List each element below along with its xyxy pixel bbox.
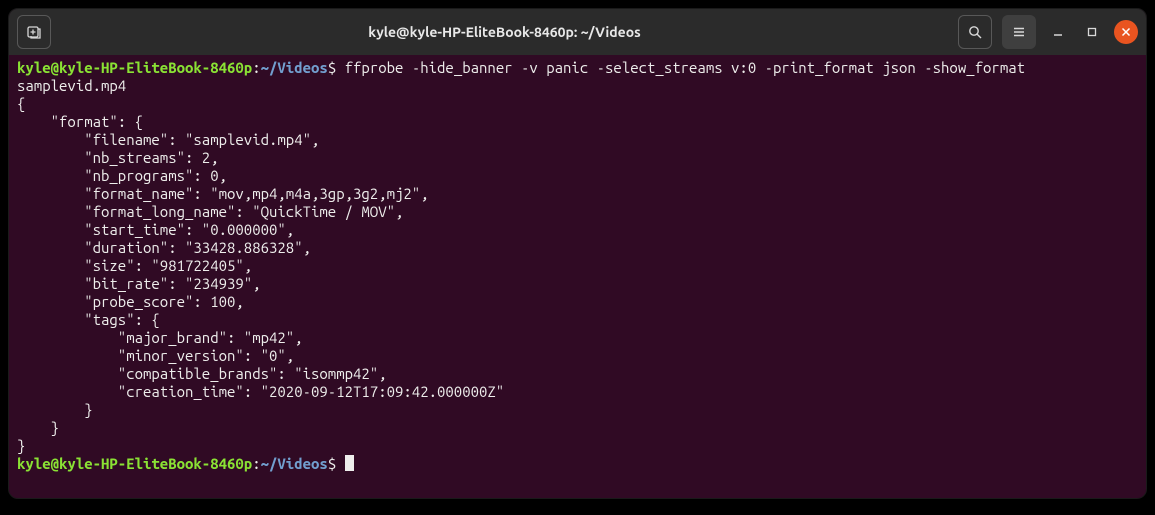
output-line: "format_name": "mov,mp4,m4a,3gp,3g2,mj2"… — [17, 185, 429, 202]
titlebar-left — [17, 15, 51, 49]
minimize-button[interactable] — [1046, 20, 1070, 44]
output-line: "filename": "samplevid.mp4", — [17, 131, 319, 148]
output-line: "size": "981722405", — [17, 257, 252, 274]
close-icon — [1121, 27, 1131, 37]
titlebar: kyle@kyle-HP-EliteBook-8460p: ~/Videos — [9, 9, 1146, 55]
output-line: "format": { — [17, 113, 143, 130]
hamburger-icon — [1011, 24, 1027, 40]
output-line: "format_long_name": "QuickTime / MOV", — [17, 203, 403, 220]
command-text-line1: ffprobe -hide_banner -v panic -select_st… — [336, 59, 1033, 76]
prompt-dollar: $ — [328, 455, 336, 472]
maximize-button[interactable] — [1080, 20, 1104, 44]
prompt-colon: : — [252, 59, 260, 76]
terminal-cursor — [345, 455, 354, 471]
terminal-content[interactable]: kyle@kyle-HP-EliteBook-8460p:~/Videos$ f… — [9, 55, 1146, 498]
output-line: "nb_streams": 2, — [17, 149, 219, 166]
output-line: } — [17, 401, 93, 418]
minimize-icon — [1053, 27, 1063, 37]
output-line: "bit_rate": "234939", — [17, 275, 261, 292]
terminal-window: kyle@kyle-HP-EliteBook-8460p: ~/Videos — [8, 8, 1147, 499]
new-tab-button[interactable] — [17, 15, 51, 49]
window-title: kyle@kyle-HP-EliteBook-8460p: ~/Videos — [51, 24, 958, 40]
output-line: "minor_version": "0", — [17, 347, 294, 364]
menu-button[interactable] — [1002, 15, 1036, 49]
command-text-line2: samplevid.mp4 — [17, 77, 126, 94]
output-line: "duration": "33428.886328", — [17, 239, 311, 256]
prompt-path: ~/Videos — [261, 455, 328, 472]
prompt-path: ~/Videos — [261, 59, 328, 76]
maximize-icon — [1087, 27, 1097, 37]
output-line: "creation_time": "2020-09-12T17:09:42.00… — [17, 383, 504, 400]
output-line: } — [17, 437, 25, 454]
close-button[interactable] — [1114, 20, 1138, 44]
prompt-colon: : — [252, 455, 260, 472]
new-tab-icon — [26, 24, 42, 40]
output-line: "nb_programs": 0, — [17, 167, 227, 184]
titlebar-right — [958, 15, 1138, 49]
output-line: "compatible_brands": "isommp42", — [17, 365, 387, 382]
output-line: "major_brand": "mp42", — [17, 329, 303, 346]
output-line: "tags": { — [17, 311, 160, 328]
output-line: { — [17, 95, 25, 112]
output-line: "probe_score": 100, — [17, 293, 244, 310]
output-line: } — [17, 419, 59, 436]
prompt-dollar: $ — [328, 59, 336, 76]
prompt-user-host: kyle@kyle-HP-EliteBook-8460p — [17, 59, 252, 76]
search-icon — [967, 24, 983, 40]
output-line: "start_time": "0.000000", — [17, 221, 294, 238]
search-button[interactable] — [958, 15, 992, 49]
prompt-user-host: kyle@kyle-HP-EliteBook-8460p — [17, 455, 252, 472]
